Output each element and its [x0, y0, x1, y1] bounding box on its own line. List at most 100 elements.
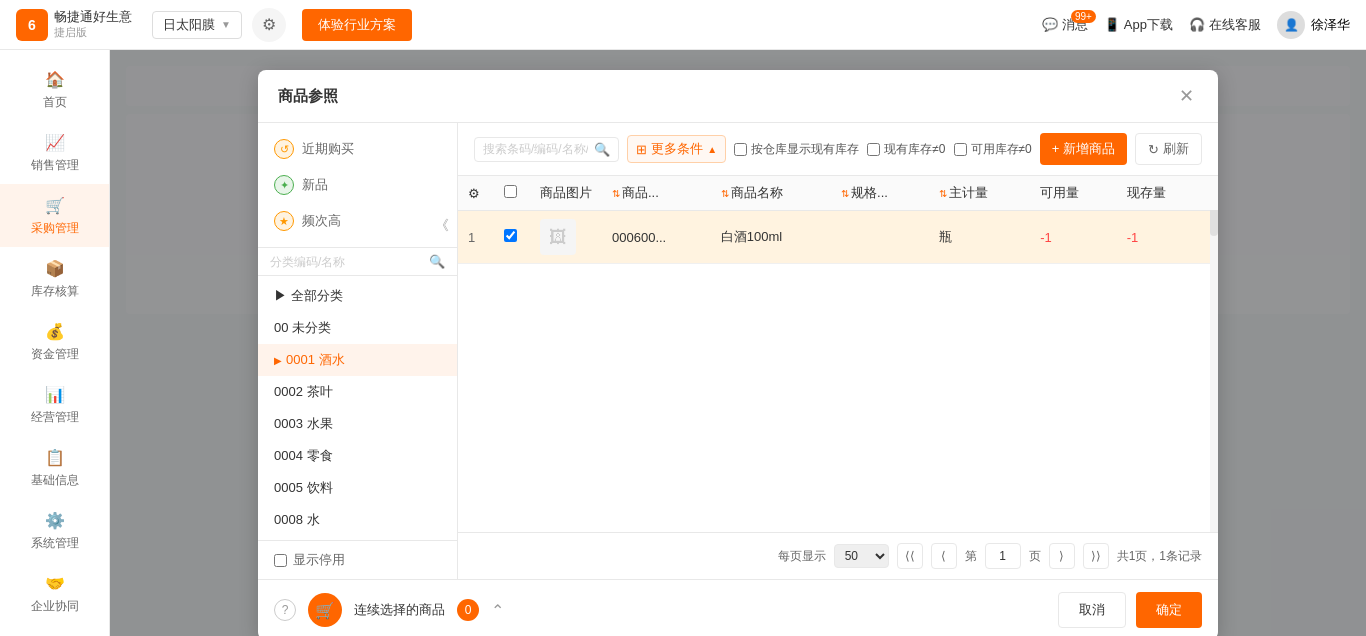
product-search-input[interactable]: [483, 142, 588, 156]
sidebar-label-inventory: 库存核算: [31, 283, 79, 300]
category-item-0002[interactable]: 0002 茶叶: [258, 376, 457, 408]
category-search-icon[interactable]: 🔍: [429, 254, 445, 269]
row-select-checkbox[interactable]: [504, 229, 517, 242]
total-info: 共1页，1条记录: [1117, 548, 1202, 565]
row-unit: 瓶: [929, 211, 1030, 264]
row-num: 1: [458, 211, 494, 264]
sidebar-item-basics[interactable]: 📋 基础信息: [0, 436, 109, 499]
tab-recent-label: 近期购买: [302, 140, 354, 158]
select-all-checkbox[interactable]: [504, 185, 517, 198]
tab-recent-purchase[interactable]: ↺ 近期购买: [258, 131, 427, 167]
new-icon: ✦: [274, 175, 294, 195]
tab-frequent[interactable]: ★ 频次高: [258, 203, 427, 239]
settings-button[interactable]: ⚙: [252, 8, 286, 42]
category-item-0008[interactable]: 0008 水: [258, 504, 457, 536]
sidebar-label-purchase: 采购管理: [31, 220, 79, 237]
category-item-0001[interactable]: ▶ 0001 酒水: [258, 344, 457, 376]
page-number-input[interactable]: [985, 543, 1021, 569]
tab-new-items[interactable]: ✦ 新品: [258, 167, 427, 203]
existing-stock-label: 现有库存≠0: [884, 141, 945, 158]
first-page-button[interactable]: ⟨⟨: [897, 543, 923, 569]
modal-overlay: 商品参照 ✕ ↺ 近期购买: [110, 50, 1366, 636]
cancel-button[interactable]: 取消: [1058, 592, 1126, 628]
phone-icon: 📱: [1104, 17, 1120, 32]
category-search: 🔍: [258, 248, 457, 276]
nav-selector-label: 日太阳膜: [163, 16, 215, 34]
category-list: ▶ 全部分类 00 未分类 ▶ 0001 酒水 0002 茶叶: [258, 276, 457, 540]
sidebar-label-home: 首页: [43, 94, 67, 111]
row-code: 000600...: [602, 211, 711, 264]
footer-actions: 取消 确定: [1058, 592, 1202, 628]
category-item-00[interactable]: 00 未分类: [258, 312, 457, 344]
prev-page-button[interactable]: ⟨: [931, 543, 957, 569]
sidebar-label-system: 系统管理: [31, 535, 79, 552]
sidebar-item-sales[interactable]: 📈 销售管理: [0, 121, 109, 184]
sidebar-item-home[interactable]: 🏠 首页: [0, 58, 109, 121]
more-conditions-label: 更多条件: [651, 140, 703, 158]
checkbox-available-stock[interactable]: 可用库存≠0: [954, 141, 1032, 158]
app-download-button[interactable]: 📱 App下载: [1104, 16, 1173, 34]
product-thumbnail: 🖼: [540, 219, 576, 255]
available-stock-checkbox[interactable]: [954, 143, 967, 156]
last-page-button[interactable]: ⟩⟩: [1083, 543, 1109, 569]
show-disabled-checkbox[interactable]: [274, 554, 287, 567]
row-checkbox[interactable]: [494, 211, 530, 264]
category-search-input[interactable]: [270, 255, 423, 269]
category-item-all[interactable]: ▶ 全部分类: [258, 280, 457, 312]
more-conditions-button[interactable]: ⊞ 更多条件 ▲: [627, 135, 726, 163]
pagination: 每页显示 50 100 200 ⟨⟨ ⟨ 第 页 ⟩: [458, 532, 1218, 579]
th-code[interactable]: ⇅商品...: [602, 176, 711, 211]
nav-selector[interactable]: 日太阳膜 ▼: [152, 11, 242, 39]
sidebar-item-inventory[interactable]: 📦 库存核算: [0, 247, 109, 310]
modal-close-button[interactable]: ✕: [1174, 84, 1198, 108]
sidebar-label-collab: 企业协同: [31, 598, 79, 615]
headset-icon: 🎧: [1189, 17, 1205, 32]
category-label: 0001 酒水: [286, 351, 345, 369]
table-scrollbar[interactable]: [1210, 176, 1218, 532]
trial-button[interactable]: 体验行业方案: [302, 9, 412, 41]
right-panel: 🔍 ⊞ 更多条件 ▲ 按仓库显示现有库存: [458, 123, 1218, 579]
user-avatar-area[interactable]: 👤 徐泽华: [1277, 11, 1350, 39]
category-item-0004[interactable]: 0004 零食: [258, 440, 457, 472]
existing-stock-checkbox[interactable]: [867, 143, 880, 156]
basics-icon: 📋: [44, 446, 66, 468]
sidebar-item-guide[interactable]: 🎯 新手引导: [0, 625, 109, 636]
th-spec[interactable]: ⇅规格...: [831, 176, 929, 211]
category-item-0003[interactable]: 0003 水果: [258, 408, 457, 440]
messages-button[interactable]: 💬 消息 99+: [1042, 16, 1088, 34]
sidebar-item-system[interactable]: ⚙️ 系统管理: [0, 499, 109, 562]
per-page-select[interactable]: 50 100 200: [834, 544, 889, 568]
warehouse-stock-label: 按仓库显示现有库存: [751, 141, 859, 158]
online-service-button[interactable]: 🎧 在线客服: [1189, 16, 1261, 34]
checkbox-existing-stock[interactable]: 现有库存≠0: [867, 141, 945, 158]
sidebar-item-business[interactable]: 📊 经营管理: [0, 373, 109, 436]
product-search-icon[interactable]: 🔍: [594, 142, 610, 157]
th-unit[interactable]: ⇅主计量: [929, 176, 1030, 211]
category-item-0005[interactable]: 0005 饮料: [258, 472, 457, 504]
content-area: 商品参照 ✕ ↺ 近期购买: [110, 50, 1366, 636]
sidebar-item-finance[interactable]: 💰 资金管理: [0, 310, 109, 373]
add-product-button[interactable]: + 新增商品: [1040, 133, 1127, 165]
next-page-button[interactable]: ⟩: [1049, 543, 1075, 569]
sidebar-label-business: 经营管理: [31, 409, 79, 426]
home-icon: 🏠: [44, 68, 66, 90]
th-settings[interactable]: ⚙: [458, 176, 494, 211]
th-name[interactable]: ⇅商品名称: [711, 176, 831, 211]
refresh-button[interactable]: ↻ 刷新: [1135, 133, 1202, 165]
sidebar-item-purchase[interactable]: 🛒 采购管理: [0, 184, 109, 247]
collapse-left-button[interactable]: 《: [427, 213, 457, 239]
checkbox-warehouse-stock[interactable]: 按仓库显示现有库存: [734, 141, 859, 158]
sidebar-item-collab[interactable]: 🤝 企业协同: [0, 562, 109, 625]
filter-arrow-icon: ▲: [707, 144, 717, 155]
left-panel-tabs: ↺ 近期购买 ✦ 新品 ★ 频次高: [258, 123, 457, 248]
warehouse-stock-checkbox[interactable]: [734, 143, 747, 156]
cart-button[interactable]: 🛒: [308, 593, 342, 627]
collapse-footer-button[interactable]: ⌃: [491, 601, 504, 620]
help-button[interactable]: ?: [274, 599, 296, 621]
confirm-button[interactable]: 确定: [1136, 592, 1202, 628]
th-checkbox[interactable]: [494, 176, 530, 211]
table-row[interactable]: 1 🖼 000600... 白酒100ml 瓶: [458, 211, 1218, 264]
sales-icon: 📈: [44, 131, 66, 153]
category-label: 0005 饮料: [274, 479, 333, 497]
product-table-container: ⚙ 商品图片 ⇅商品... ⇅商品名称 ⇅规格... ⇅主计量 可用量 现存量: [458, 176, 1218, 532]
